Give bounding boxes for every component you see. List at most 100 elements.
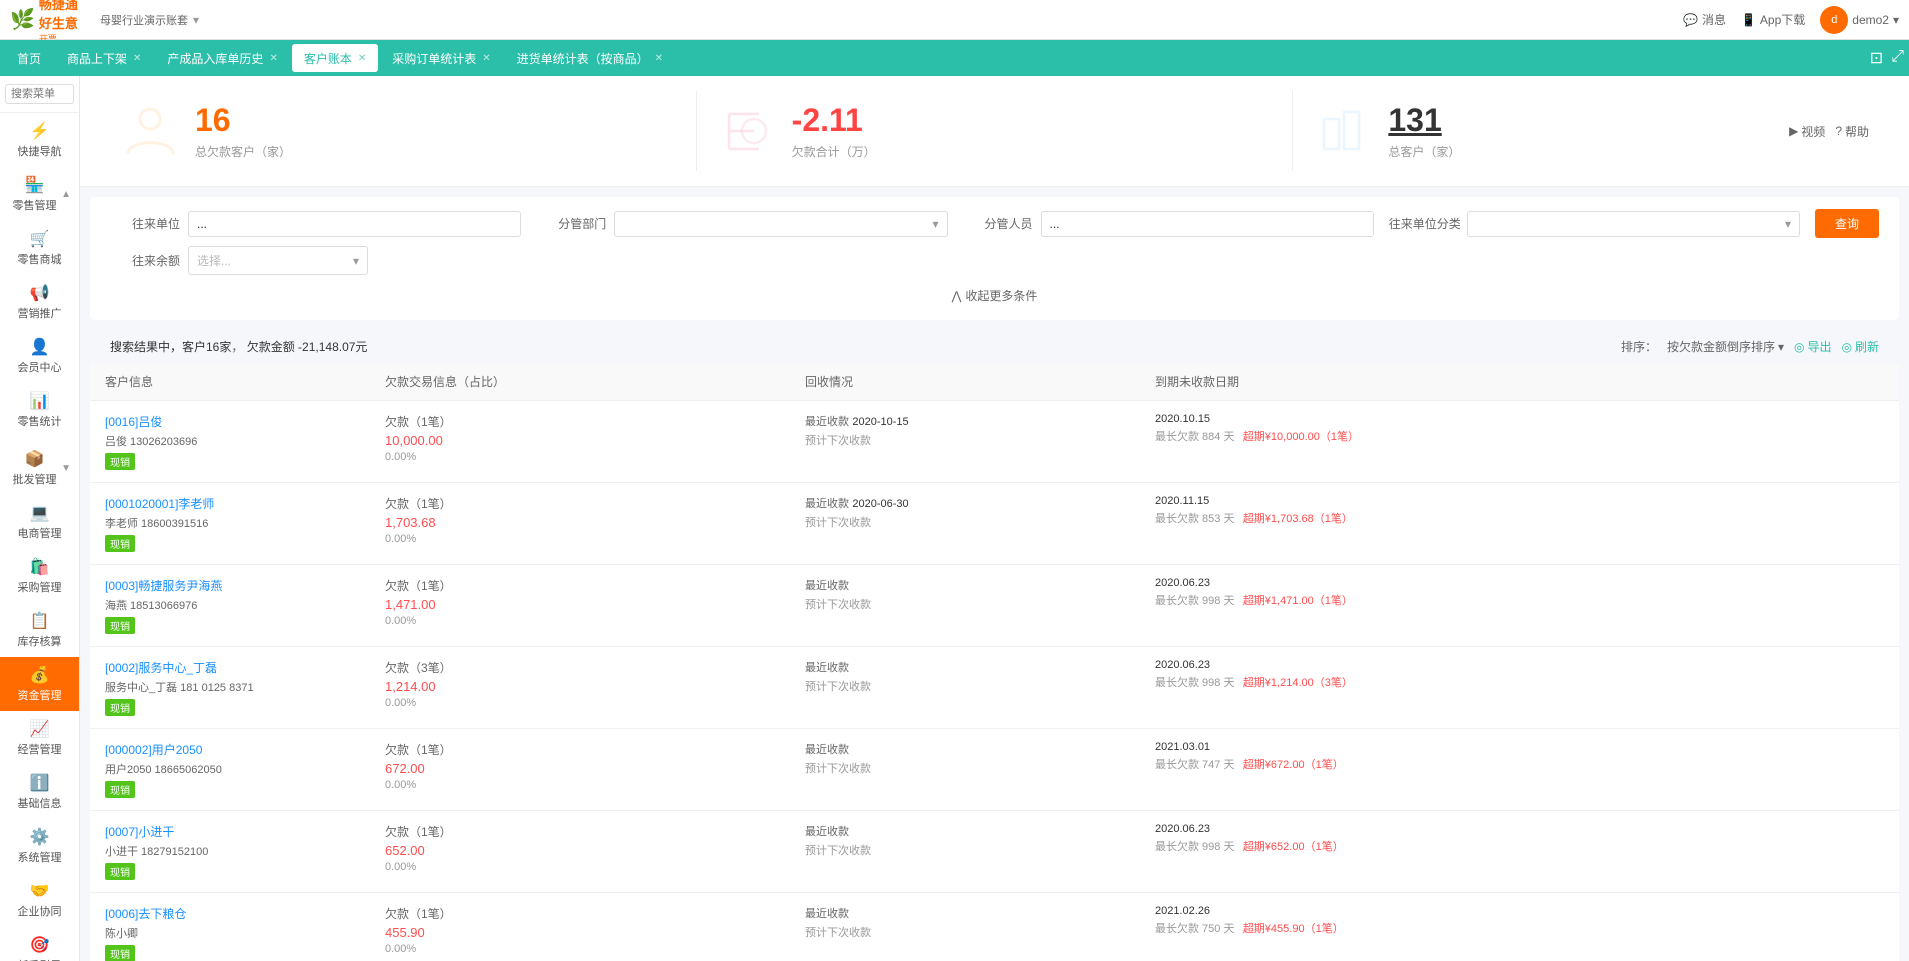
- tab-home[interactable]: 首页: [5, 44, 53, 72]
- overdue-days-5: 最长欠款 998 天 超期¥652.00（1笔）: [1155, 838, 1884, 854]
- tab-close-customer[interactable]: ✕: [358, 53, 366, 64]
- customer-cell-0: [0016]吕俊 吕俊 13026203696 现销: [105, 413, 385, 470]
- summary-cards: 16 总欠款客户（家） -2.11 欠款合计（万）: [80, 76, 1909, 187]
- sidebar-item-collab[interactable]: 🤝 企业协同: [0, 873, 79, 927]
- overdue-link-6[interactable]: 超期¥455.90（1笔）: [1243, 923, 1344, 935]
- tab-close-production[interactable]: ✕: [269, 53, 277, 64]
- tab-goods[interactable]: 商品上下架 ✕: [55, 44, 153, 72]
- sidebar-item-guide[interactable]: 🎯 新手引导: [0, 927, 79, 961]
- overdue-link-1[interactable]: 超期¥1,703.68（1笔）: [1243, 513, 1353, 525]
- sidebar-item-wholesale[interactable]: 📦 批发管理 ▼: [0, 441, 79, 495]
- card-value-customers: 16: [195, 102, 291, 139]
- sort-label: 排序：: [1621, 338, 1657, 355]
- sort-button[interactable]: 按欠款金额倒序排序 ▾: [1667, 338, 1784, 355]
- sidebar-item-quicknav[interactable]: ⚡ 快捷导航: [0, 113, 79, 167]
- member-icon: 👤: [30, 337, 50, 357]
- sidebar-item-system[interactable]: ⚙️ 系统管理: [0, 819, 79, 873]
- sidebar: ⚡ 快捷导航 🏪 零售管理 ▲ 🛒 零售商城 📢 营销推广 👤 会员中心: [0, 76, 80, 961]
- sidebar-item-retail-mall[interactable]: 🛒 零售商城: [0, 221, 79, 275]
- help-btn[interactable]: ? 帮助: [1835, 123, 1869, 140]
- customer-name-5[interactable]: [0007]小进干: [105, 823, 385, 840]
- collapse-button[interactable]: ⋀ 收起更多条件: [952, 287, 1038, 304]
- tab-inbound[interactable]: 进货单统计表（按商品） ✕: [505, 44, 675, 72]
- overdue-link-4[interactable]: 超期¥672.00（1笔）: [1243, 759, 1344, 771]
- filter-balance-select[interactable]: 选择... ▾: [188, 246, 368, 275]
- retail-icon: 🏪: [25, 175, 45, 195]
- sidebar-item-management[interactable]: 📈 经营管理: [0, 711, 79, 765]
- sidebar-item-retail-stats[interactable]: 📊 零售统计: [0, 383, 79, 437]
- collapse-icon: ⋀: [952, 289, 962, 303]
- overdue-date-0: 2020.10.15: [1155, 413, 1884, 425]
- customer-phone-1: 李老师 18600391516: [105, 515, 385, 531]
- overdue-link-0[interactable]: 超期¥10,000.00（1笔）: [1243, 431, 1359, 443]
- video-btn[interactable]: ▶ 视频: [1789, 123, 1825, 140]
- customer-name-2[interactable]: [0003]畅捷服务尹海燕: [105, 577, 385, 594]
- wholesale-arrow-icon: ▼: [61, 463, 71, 474]
- customer-badge-2: 现销: [105, 617, 135, 634]
- customer-badge-3: 现销: [105, 699, 135, 716]
- filter-person-input[interactable]: ...: [1041, 211, 1374, 237]
- debt-count-2: 欠款（1笔）: [385, 577, 805, 594]
- debt-percent-3: 0.00%: [385, 697, 805, 709]
- sidebar-item-purchase[interactable]: 🛍️ 采购管理: [0, 549, 79, 603]
- overdue-date-3: 2020.06.23: [1155, 659, 1884, 671]
- customer-name-0[interactable]: [0016]吕俊: [105, 413, 385, 430]
- table-row: [0001020001]李老师 李老师 18600391516 现销 欠款（1笔…: [90, 483, 1899, 565]
- message-btn[interactable]: 💬 消息: [1683, 11, 1726, 28]
- filter-unit-class-select[interactable]: ▾: [1467, 211, 1800, 237]
- overdue-link-2[interactable]: 超期¥1,471.00（1笔）: [1243, 595, 1353, 607]
- finance-icon: 💰: [30, 665, 50, 685]
- user-menu[interactable]: d demo2 ▾: [1820, 6, 1899, 34]
- tab-purchase[interactable]: 采购订单统计表 ✕: [380, 44, 502, 72]
- tab-close-purchase[interactable]: ✕: [482, 53, 490, 64]
- sort-text: 按欠款金额倒序排序: [1667, 338, 1775, 355]
- help-icon: ?: [1835, 124, 1842, 138]
- overdue-days-6: 最长欠款 750 天 超期¥455.90（1笔）: [1155, 920, 1884, 936]
- sidebar-item-retail[interactable]: 🏪 零售管理 ▲: [0, 167, 79, 221]
- debt-percent-0: 0.00%: [385, 451, 805, 463]
- tab-fullscreen-icon[interactable]: ⤢: [1891, 48, 1904, 68]
- customer-name-4[interactable]: [000002]用户2050: [105, 741, 385, 758]
- tab-production[interactable]: 产成品入库单历史 ✕: [155, 44, 289, 72]
- sidebar-item-inventory[interactable]: 📋 库存核算: [0, 603, 79, 657]
- sidebar-item-marketing[interactable]: 📢 营销推广: [0, 275, 79, 329]
- purchase-icon: 🛍️: [30, 557, 50, 577]
- customer-name-3[interactable]: [0002]服务中心_丁磊: [105, 659, 385, 676]
- card-body-customers: 16 总欠款客户（家）: [195, 102, 291, 160]
- app-download-btn[interactable]: 📱 App下载: [1741, 11, 1805, 28]
- repay-cell-0: 最近收款 2020-10-15 预计下次收款: [805, 413, 1155, 448]
- filter-person-dots: ...: [1050, 217, 1060, 231]
- customer-name-6[interactable]: [0006]去下粮仓: [105, 905, 385, 922]
- overdue-date-1: 2020.11.15: [1155, 495, 1884, 507]
- search-button[interactable]: 查询: [1815, 209, 1879, 238]
- collab-icon: 🤝: [30, 881, 50, 901]
- sidebar-search-input[interactable]: [5, 84, 74, 104]
- tab-expand-icon[interactable]: ⊡: [1870, 48, 1883, 68]
- repay-last-0: 最近收款 2020-10-15: [805, 413, 1155, 429]
- app-container: 🌿 畅捷通好生意 开票 母婴行业演示账套 ▾ 💬 消息 📱 App下载 d de…: [0, 0, 1909, 961]
- overdue-link-5[interactable]: 超期¥652.00（1笔）: [1243, 841, 1344, 853]
- export-button[interactable]: ◎ 导出: [1794, 338, 1832, 355]
- card-value-total: 131: [1388, 102, 1460, 139]
- tab-customer-ledger[interactable]: 客户账本 ✕: [292, 44, 378, 72]
- main-content: ⚡ 快捷导航 🏪 零售管理 ▲ 🛒 零售商城 📢 营销推广 👤 会员中心: [0, 76, 1909, 961]
- system-dropdown-icon[interactable]: ▾: [193, 13, 199, 27]
- customer-name-1[interactable]: [0001020001]李老师: [105, 495, 385, 512]
- sidebar-item-ecommerce[interactable]: 💻 电商管理: [0, 495, 79, 549]
- card-icon-debt: [717, 101, 777, 161]
- sidebar-item-finance[interactable]: 💰 资金管理: [0, 657, 79, 711]
- overdue-days-3: 最长欠款 998 天 超期¥1,214.00（3笔）: [1155, 674, 1884, 690]
- repay-last-2: 最近收款: [805, 577, 1155, 593]
- sidebar-item-basic[interactable]: ℹ️ 基础信息: [0, 765, 79, 819]
- tab-close-inbound[interactable]: ✕: [655, 53, 663, 64]
- overdue-link-3[interactable]: 超期¥1,214.00（3笔）: [1243, 677, 1353, 689]
- filter-dept-select[interactable]: ▾: [614, 211, 947, 237]
- sidebar-item-member[interactable]: 👤 会员中心: [0, 329, 79, 383]
- refresh-button[interactable]: ◎ 刷新: [1842, 338, 1880, 355]
- app-name: 畅捷通好生意: [39, 0, 90, 32]
- repay-next-6: 预计下次收款: [805, 924, 1155, 940]
- tab-close-goods[interactable]: ✕: [133, 53, 141, 64]
- overdue-days-2: 最长欠款 998 天 超期¥1,471.00（1笔）: [1155, 592, 1884, 608]
- filter-unit-input[interactable]: ...: [188, 211, 521, 237]
- debt-cell-4: 欠款（1笔） 672.00 0.00%: [385, 741, 805, 791]
